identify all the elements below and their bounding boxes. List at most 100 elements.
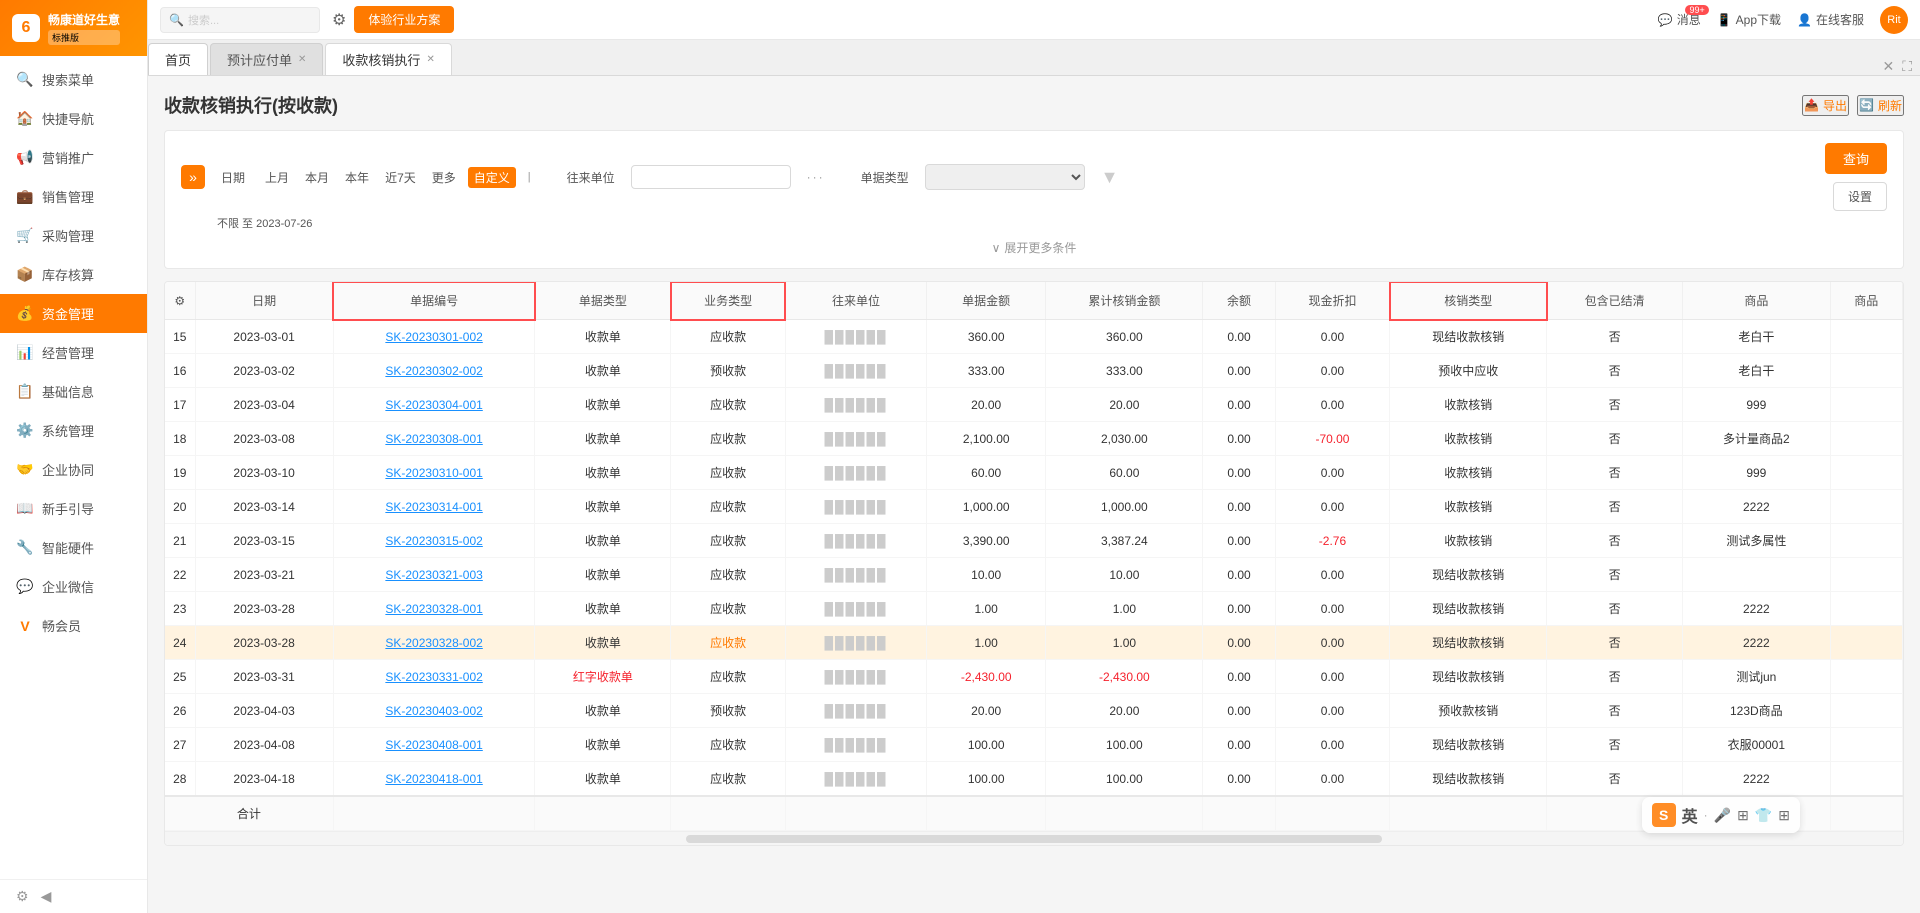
filter-date-this-month[interactable]: 本月 bbox=[301, 167, 333, 188]
cell-bill-no-link[interactable]: SK-20230328-001 bbox=[385, 602, 482, 616]
cell-bill-no[interactable]: SK-20230304-001 bbox=[333, 388, 535, 422]
cell-balance: 0.00 bbox=[1203, 320, 1275, 354]
table-row[interactable]: 202023-03-14SK-20230314-001收款单应收款██████1… bbox=[165, 490, 1903, 524]
sidebar-item-inventory[interactable]: 📦 库存核算 bbox=[0, 255, 147, 294]
sidebar-item-operations[interactable]: 📊 经营管理 bbox=[0, 333, 147, 372]
table-row[interactable]: 192023-03-10SK-20230310-001收款单应收款██████6… bbox=[165, 456, 1903, 490]
app-download-btn[interactable]: 📱 App下载 bbox=[1717, 11, 1781, 28]
sidebar-item-member[interactable]: V 畅会员 bbox=[0, 606, 147, 645]
sidebar-item-enterprise[interactable]: 🤝 企业协同 bbox=[0, 450, 147, 489]
table-row[interactable]: 272023-04-08SK-20230408-001收款单应收款██████1… bbox=[165, 728, 1903, 762]
filter-date-custom[interactable]: 自定义 bbox=[468, 167, 516, 188]
table-row[interactable]: 282023-04-18SK-20230418-001收款单应收款██████1… bbox=[165, 762, 1903, 797]
messages-badge[interactable]: 💬 消息 99+ bbox=[1658, 11, 1701, 28]
message-icon: 💬 bbox=[1658, 13, 1673, 27]
table-row[interactable]: 152023-03-01SK-20230301-002收款单应收款██████3… bbox=[165, 320, 1903, 354]
enterprise-icon: 🤝 bbox=[16, 461, 34, 478]
cell-bill-no[interactable]: SK-20230302-002 bbox=[333, 354, 535, 388]
tab-fullscreen-icon[interactable]: ⛶ bbox=[1902, 58, 1912, 75]
cell-bill-no[interactable]: SK-20230328-002 bbox=[333, 626, 535, 660]
cell-bill-no-link[interactable]: SK-20230301-002 bbox=[385, 330, 482, 344]
cell-bill-no-link[interactable]: SK-20230328-002 bbox=[385, 636, 482, 650]
table-row[interactable]: 232023-03-28SK-20230328-001收款单应收款██████1… bbox=[165, 592, 1903, 626]
cell-goods: 2222 bbox=[1683, 490, 1831, 524]
query-button[interactable]: 查询 bbox=[1825, 143, 1887, 174]
table-row[interactable]: 182023-03-08SK-20230308-001收款单应收款██████2… bbox=[165, 422, 1903, 456]
table-row[interactable]: 242023-03-28SK-20230328-002收款单应收款██████1… bbox=[165, 626, 1903, 660]
filter-date-more[interactable]: 更多 bbox=[428, 167, 460, 188]
tab-payable-close[interactable]: ✕ bbox=[298, 54, 306, 65]
sidebar-item-guide[interactable]: 📖 新手引导 bbox=[0, 489, 147, 528]
cell-bill-no[interactable]: SK-20230328-001 bbox=[333, 592, 535, 626]
tab-home[interactable]: 首页 bbox=[148, 43, 208, 75]
sidebar-item-system[interactable]: ⚙️ 系统管理 bbox=[0, 411, 147, 450]
export-button[interactable]: 📤 导出 bbox=[1802, 95, 1849, 116]
cell-bill-no-link[interactable]: SK-20230418-001 bbox=[385, 772, 482, 786]
cell-bill-no-link[interactable]: SK-20230314-001 bbox=[385, 500, 482, 514]
cell-bill-no[interactable]: SK-20230403-002 bbox=[333, 694, 535, 728]
cell-bill-no-link[interactable]: SK-20230315-002 bbox=[385, 534, 482, 548]
settings-button[interactable]: 设置 bbox=[1833, 182, 1887, 211]
sidebar-item-search[interactable]: 🔍 搜索菜单 bbox=[0, 60, 147, 99]
collapse-icon[interactable]: ◀ bbox=[41, 888, 52, 905]
tab-payable[interactable]: 预计应付单 ✕ bbox=[210, 43, 323, 75]
table-row[interactable]: 252023-03-31SK-20230331-002红字收款单应收款█████… bbox=[165, 660, 1903, 694]
sidebar-item-basic[interactable]: 📋 基础信息 bbox=[0, 372, 147, 411]
filter-bill-type-select[interactable] bbox=[925, 164, 1085, 190]
sidebar-item-finance[interactable]: 💰 资金管理 bbox=[0, 294, 147, 333]
table-row[interactable]: 262023-04-03SK-20230403-002收款单预收款██████2… bbox=[165, 694, 1903, 728]
cell-bill-no[interactable]: SK-20230314-001 bbox=[333, 490, 535, 524]
tabbar: 首页 预计应付单 ✕ 收款核销执行 ✕ ✕ ⛶ bbox=[148, 40, 1920, 76]
col-header-settings[interactable]: ⚙ bbox=[165, 282, 195, 320]
cell-bill-no-link[interactable]: SK-20230408-001 bbox=[385, 738, 482, 752]
scrollbar-thumb[interactable] bbox=[686, 835, 1381, 843]
filter-counterparty-input[interactable] bbox=[631, 165, 791, 189]
cell-biz-type: 应收款 bbox=[671, 456, 786, 490]
cell-bill-no-link[interactable]: SK-20230403-002 bbox=[385, 704, 482, 718]
cell-bill-no[interactable]: SK-20230321-003 bbox=[333, 558, 535, 592]
sidebar-item-label-marketing: 营销推广 bbox=[42, 148, 94, 167]
refresh-button[interactable]: 🔄 刷新 bbox=[1857, 95, 1904, 116]
cell-date: 2023-03-04 bbox=[195, 388, 333, 422]
cell-bill-no[interactable]: SK-20230331-002 bbox=[333, 660, 535, 694]
cell-bill-no[interactable]: SK-20230418-001 bbox=[333, 762, 535, 797]
tab-collection[interactable]: 收款核销执行 ✕ bbox=[325, 43, 451, 75]
cell-bill-no-link[interactable]: SK-20230308-001 bbox=[385, 432, 482, 446]
settings-icon[interactable]: ⚙ bbox=[16, 888, 29, 905]
table-row[interactable]: 222023-03-21SK-20230321-003收款单应收款██████1… bbox=[165, 558, 1903, 592]
user-avatar[interactable]: Rit bbox=[1880, 6, 1908, 34]
sidebar-item-quicknav[interactable]: 🏠 快捷导航 bbox=[0, 99, 147, 138]
cell-num: 20 bbox=[165, 490, 195, 524]
cell-bill-no[interactable]: SK-20230315-002 bbox=[333, 524, 535, 558]
cell-bill-no[interactable]: SK-20230310-001 bbox=[333, 456, 535, 490]
filter-date-last-month[interactable]: 上月 bbox=[261, 167, 293, 188]
sidebar-item-purchase[interactable]: 🛒 采购管理 bbox=[0, 216, 147, 255]
sidebar-item-wechat[interactable]: 💬 企业微信 bbox=[0, 567, 147, 606]
topbar-search-box[interactable]: 🔍 搜索... bbox=[160, 7, 320, 33]
cell-bill-no-link[interactable]: SK-20230331-002 bbox=[385, 670, 482, 684]
cell-bill-no-link[interactable]: SK-20230310-001 bbox=[385, 466, 482, 480]
cell-bill-no[interactable]: SK-20230308-001 bbox=[333, 422, 535, 456]
topbar-gear-icon[interactable]: ⚙ bbox=[332, 10, 346, 30]
cell-counterparty: ██████ bbox=[785, 320, 926, 354]
sidebar-item-sales[interactable]: 💼 销售管理 bbox=[0, 177, 147, 216]
filter-date-this-year[interactable]: 本年 bbox=[341, 167, 373, 188]
sidebar-item-hardware[interactable]: 🔧 智能硬件 bbox=[0, 528, 147, 567]
cell-bill-no[interactable]: SK-20230408-001 bbox=[333, 728, 535, 762]
industry-solution-button[interactable]: 体验行业方案 bbox=[354, 6, 454, 33]
online-support-btn[interactable]: 👤 在线客服 bbox=[1797, 11, 1864, 28]
cell-bill-no-link[interactable]: SK-20230321-003 bbox=[385, 568, 482, 582]
cell-bill-no-link[interactable]: SK-20230304-001 bbox=[385, 398, 482, 412]
filter-expand-button[interactable]: » bbox=[181, 165, 205, 189]
table-row[interactable]: 212023-03-15SK-20230315-002收款单应收款██████3… bbox=[165, 524, 1903, 558]
filter-date-7days[interactable]: 近7天 bbox=[381, 167, 420, 188]
filter-expand-more[interactable]: ∨ 展开更多条件 bbox=[181, 239, 1887, 256]
cell-bill-no-link[interactable]: SK-20230302-002 bbox=[385, 364, 482, 378]
horizontal-scrollbar[interactable] bbox=[165, 831, 1903, 845]
table-row[interactable]: 172023-03-04SK-20230304-001收款单应收款██████2… bbox=[165, 388, 1903, 422]
table-row[interactable]: 162023-03-02SK-20230302-002收款单预收款██████3… bbox=[165, 354, 1903, 388]
sidebar-item-marketing[interactable]: 📢 营销推广 bbox=[0, 138, 147, 177]
cell-bill-no[interactable]: SK-20230301-002 bbox=[333, 320, 535, 354]
tab-collection-close[interactable]: ✕ bbox=[426, 54, 434, 65]
tab-close-all-icon[interactable]: ✕ bbox=[1882, 58, 1894, 75]
